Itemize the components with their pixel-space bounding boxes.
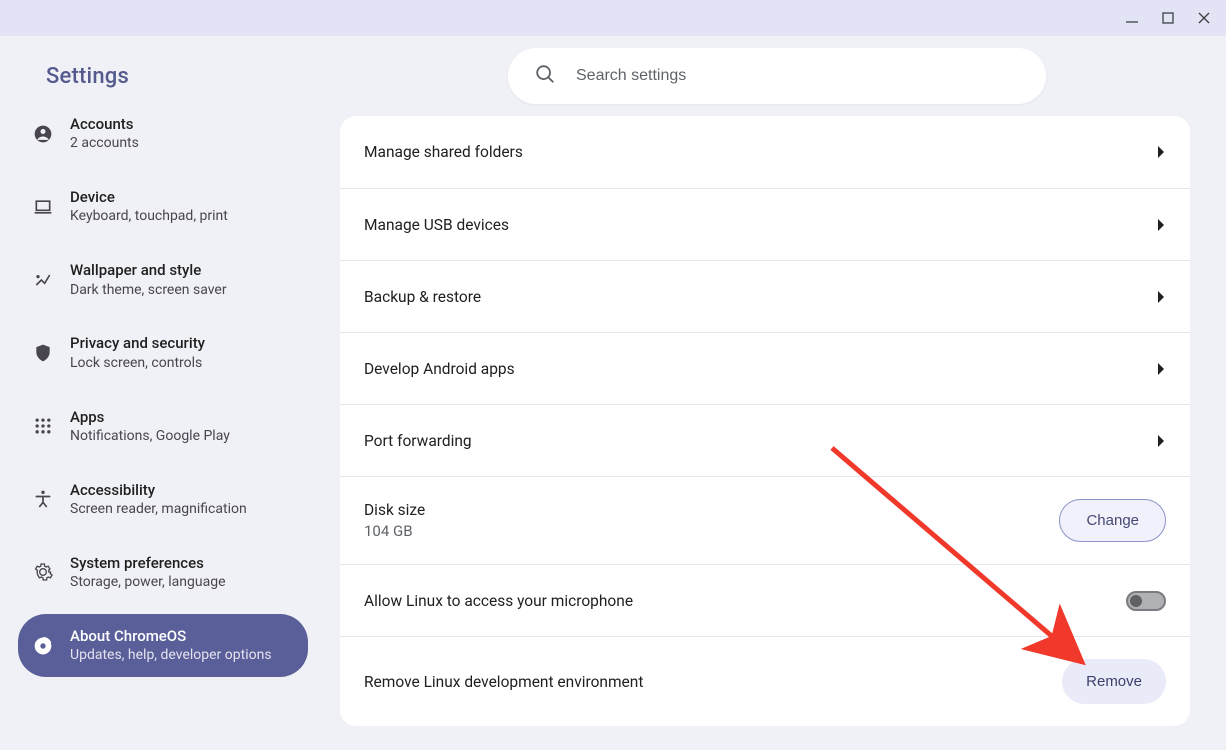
window-close-button[interactable]	[1188, 4, 1220, 32]
chrome-icon	[32, 635, 54, 657]
row-remove-linux: Remove Linux development environment Rem…	[340, 636, 1190, 726]
chevron-right-icon	[1156, 361, 1166, 377]
chevron-right-icon	[1156, 217, 1166, 233]
sidebar-item-subtitle: Storage, power, language	[70, 573, 226, 592]
sidebar-item-accessibility[interactable]: Accessibility Screen reader, magnificati…	[18, 468, 308, 531]
remove-linux-button[interactable]: Remove	[1062, 659, 1166, 704]
mic-access-toggle[interactable]	[1126, 591, 1166, 611]
sidebar-item-subtitle: Keyboard, touchpad, print	[70, 207, 228, 226]
row-port-forwarding[interactable]: Port forwarding	[340, 404, 1190, 476]
search-icon	[534, 63, 556, 89]
change-disk-size-button[interactable]: Change	[1059, 499, 1166, 542]
settings-panel: Manage shared folders Manage USB devices…	[326, 116, 1226, 750]
chevron-right-icon	[1156, 433, 1166, 449]
row-linux-microphone: Allow Linux to access your microphone	[340, 564, 1190, 636]
row-label: Port forwarding	[364, 432, 472, 450]
accessibility-icon	[32, 488, 54, 510]
row-label: Manage USB devices	[364, 216, 509, 234]
row-label: Develop Android apps	[364, 360, 515, 378]
sidebar-item-label: About ChromeOS	[70, 626, 272, 646]
row-label: Backup & restore	[364, 288, 481, 306]
laptop-icon	[32, 196, 54, 218]
row-label: Allow Linux to access your microphone	[364, 592, 633, 610]
sidebar-item-label: System preferences	[70, 553, 226, 573]
window-maximize-button[interactable]	[1152, 4, 1184, 32]
row-label: Disk size	[364, 501, 425, 519]
sidebar-item-label: Privacy and security	[70, 333, 205, 353]
row-backup-restore[interactable]: Backup & restore	[340, 260, 1190, 332]
window-minimize-button[interactable]	[1116, 4, 1148, 32]
shield-icon	[32, 342, 54, 364]
chevron-right-icon	[1156, 144, 1166, 160]
brush-icon	[32, 269, 54, 291]
window-titlebar	[0, 0, 1226, 36]
sidebar-item-subtitle: Notifications, Google Play	[70, 427, 230, 446]
search-box[interactable]	[508, 48, 1046, 104]
sidebar-item-label: Device	[70, 187, 228, 207]
row-disk-size: Disk size 104 GB Change	[340, 476, 1190, 564]
disk-size-value: 104 GB	[364, 522, 425, 540]
sidebar-item-privacy[interactable]: Privacy and security Lock screen, contro…	[18, 321, 308, 384]
sidebar-item-subtitle: 2 accounts	[70, 134, 139, 153]
apps-grid-icon	[32, 415, 54, 437]
app-header: Settings	[0, 36, 1226, 116]
sidebar-item-subtitle: Dark theme, screen saver	[70, 281, 227, 300]
sidebar-item-device[interactable]: Device Keyboard, touchpad, print	[18, 175, 308, 238]
search-input[interactable]	[576, 67, 1020, 85]
gear-icon	[32, 561, 54, 583]
sidebar-item-label: Accessibility	[70, 480, 247, 500]
sidebar-item-accounts[interactable]: Accounts 2 accounts	[18, 116, 308, 165]
sidebar-item-subtitle: Lock screen, controls	[70, 354, 205, 373]
sidebar-item-apps[interactable]: Apps Notifications, Google Play	[18, 395, 308, 458]
sidebar-item-label: Wallpaper and style	[70, 260, 227, 280]
row-label: Remove Linux development environment	[364, 673, 643, 691]
linux-settings-card: Manage shared folders Manage USB devices…	[340, 116, 1190, 726]
sidebar-item-label: Apps	[70, 407, 230, 427]
sidebar-item-subtitle: Updates, help, developer options	[70, 646, 272, 665]
row-develop-android[interactable]: Develop Android apps	[340, 332, 1190, 404]
row-label: Manage shared folders	[364, 143, 523, 161]
app-title: Settings	[46, 64, 129, 89]
sidebar-item-wallpaper[interactable]: Wallpaper and style Dark theme, screen s…	[18, 248, 308, 311]
account-icon	[32, 123, 54, 145]
sidebar-item-about[interactable]: About ChromeOS Updates, help, developer …	[18, 614, 308, 677]
row-shared-folders[interactable]: Manage shared folders	[340, 116, 1190, 188]
settings-sidebar: Accounts 2 accounts Device Keyboard, tou…	[0, 116, 326, 750]
sidebar-item-system[interactable]: System preferences Storage, power, langu…	[18, 541, 308, 604]
sidebar-item-subtitle: Screen reader, magnification	[70, 500, 247, 519]
row-usb-devices[interactable]: Manage USB devices	[340, 188, 1190, 260]
sidebar-item-label: Accounts	[70, 116, 139, 134]
chevron-right-icon	[1156, 289, 1166, 305]
